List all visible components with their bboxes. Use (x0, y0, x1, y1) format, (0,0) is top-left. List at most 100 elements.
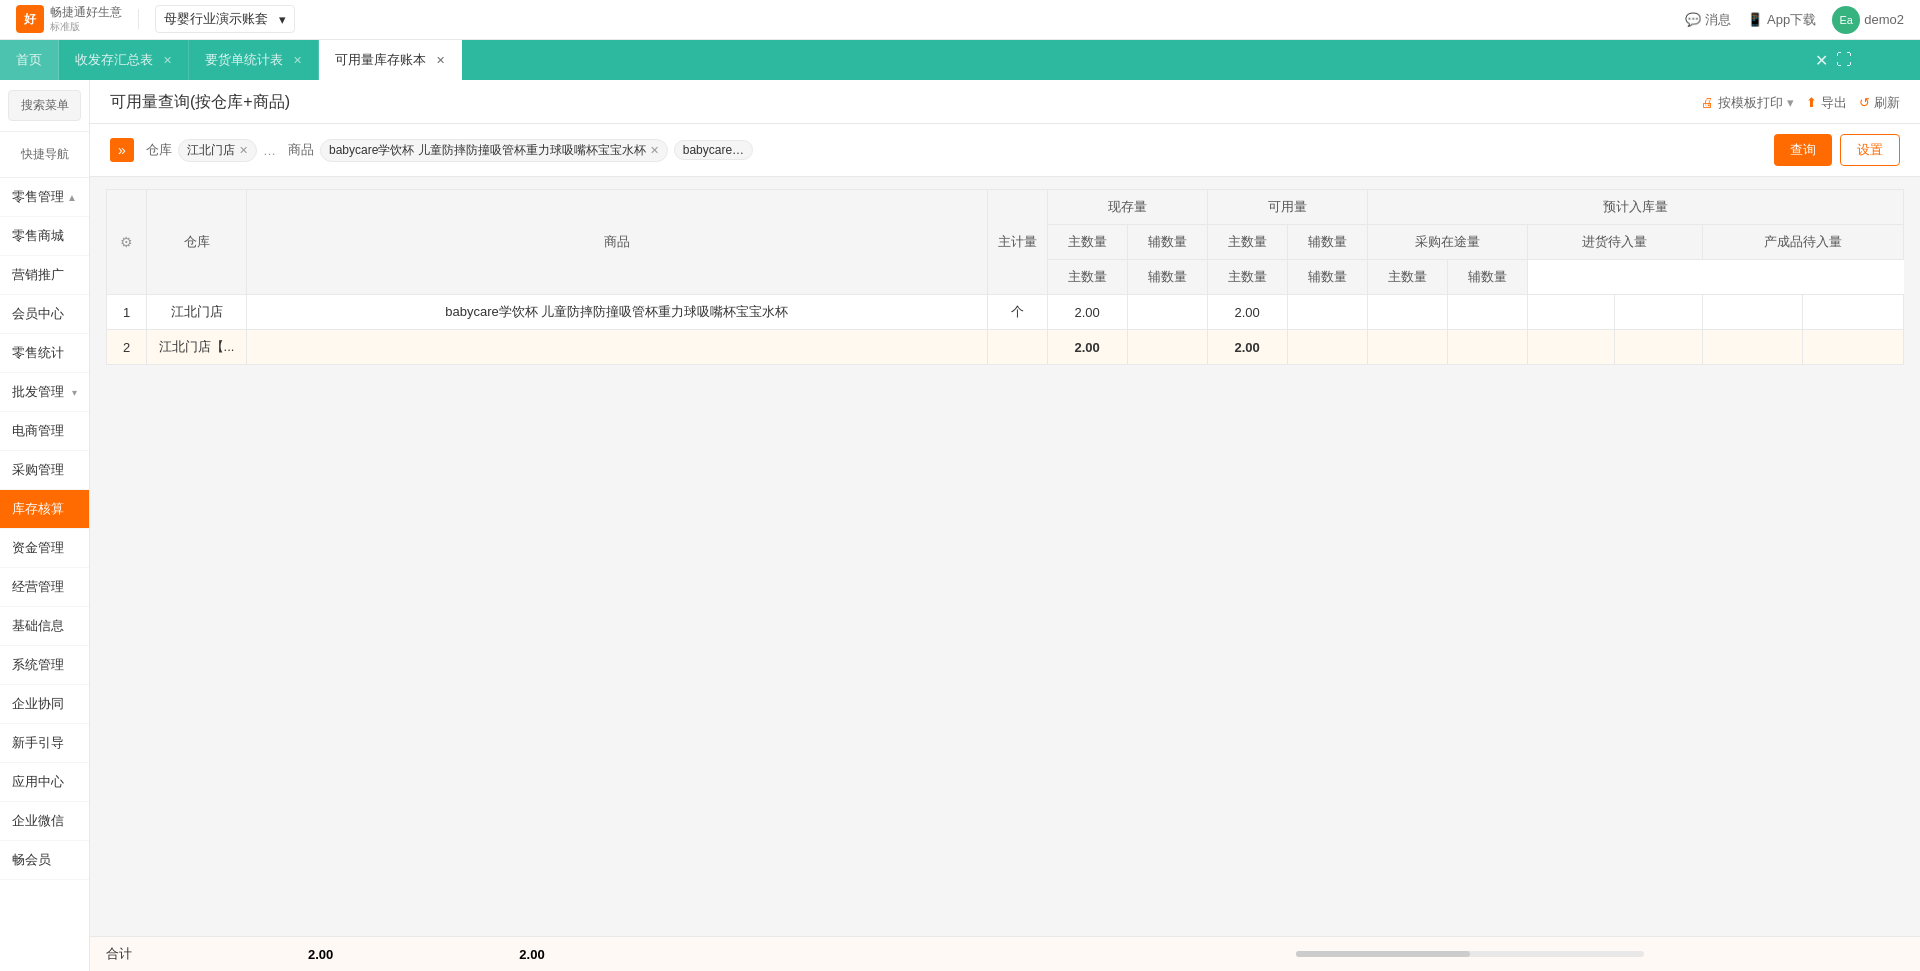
settings-button[interactable]: 设置 (1840, 134, 1900, 166)
tab-receipt-summary[interactable]: 收发存汇总表 ✕ (59, 40, 189, 80)
sidebar-item-label: 系统管理 (12, 656, 64, 674)
tab-home[interactable]: 首页 (0, 40, 59, 80)
col-purchase-main: 主数量 (1047, 260, 1127, 295)
more-icon[interactable]: … (263, 143, 276, 158)
cell-stock-main: 2.00 (1047, 295, 1127, 330)
content-area: 可用量查询(按仓库+商品) 🖨 按模板打印 ▾ ⬆ 导出 ↺ 刷新 (90, 80, 1920, 971)
chevron-icon: ▲ (67, 192, 77, 203)
sidebar-item-retail-mall[interactable]: 零售商城 (0, 217, 89, 256)
sidebar-menu: 零售管理 ▲ 零售商城 营销推广 会员中心 零售统计 批发管理 ▾ 电商管理 (0, 178, 89, 880)
cell-product-sub (1803, 330, 1904, 365)
cell-product-main (1702, 295, 1803, 330)
goods-tag: babycare学饮杯 儿童防摔防撞吸管杯重力球吸嘴杯宝宝水杯 ✕ (320, 139, 668, 162)
export-button[interactable]: ⬆ 导出 (1806, 94, 1847, 112)
col-header-incoming-pending: 进货待入量 (1527, 225, 1702, 260)
tab-available-stock[interactable]: 可用量库存账本 ✕ (319, 40, 462, 80)
sidebar-item-marketing[interactable]: 营销推广 (0, 256, 89, 295)
tab-close-icon[interactable]: ✕ (436, 54, 445, 67)
col-product-main: 主数量 (1367, 260, 1447, 295)
sidebar-item-vip[interactable]: 畅会员 (0, 841, 89, 880)
user-action[interactable]: Ea demo2 (1832, 6, 1904, 34)
message-icon: 💬 (1685, 12, 1701, 27)
cell-goods (247, 330, 988, 365)
top-bar-right: 💬 消息 📱 App下载 Ea demo2 (1685, 6, 1904, 34)
sidebar-item-label: 零售统计 (12, 344, 64, 362)
sidebar-item-label: 会员中心 (12, 305, 64, 323)
tab-fullscreen[interactable]: ⛶ (1836, 51, 1852, 69)
summary-label: 合计 (106, 945, 132, 963)
table-footer: 合计 2.00 2.00 (90, 936, 1920, 971)
cell-avail-main: 2.00 (1207, 295, 1287, 330)
sidebar-item-retail-stats[interactable]: 零售统计 (0, 334, 89, 373)
industry-selector[interactable]: 母婴行业演示账套 ▾ (155, 5, 295, 33)
cell-seq: 1 (107, 295, 147, 330)
sidebar-item-enterprise-wx[interactable]: 企业微信 (0, 802, 89, 841)
chevron-icon: ▾ (72, 387, 77, 398)
scrollbar-track[interactable] (1296, 951, 1643, 957)
cell-stock-sub (1127, 295, 1207, 330)
cell-incoming-main (1527, 330, 1614, 365)
filter-action-buttons: 查询 设置 (1774, 134, 1900, 166)
tab-close-icon[interactable]: ✕ (163, 54, 172, 67)
sidebar-item-basic-info[interactable]: 基础信息 (0, 607, 89, 646)
page-title: 可用量查询(按仓库+商品) (110, 92, 290, 113)
export-label: 导出 (1821, 94, 1847, 112)
sidebar-item-label: 电商管理 (12, 422, 64, 440)
sidebar-item-label: 应用中心 (12, 773, 64, 791)
sidebar-item-retail-mgmt[interactable]: 零售管理 ▲ (0, 178, 89, 217)
query-button[interactable]: 查询 (1774, 134, 1832, 166)
tab-bar: 首页 收发存汇总表 ✕ 要货单统计表 ✕ 可用量库存账本 ✕ ✕ ⛶ (0, 40, 1920, 80)
sidebar-item-operation[interactable]: 经营管理 (0, 568, 89, 607)
tab-close-icon[interactable]: ✕ (293, 54, 302, 67)
sidebar-item-label: 库存核算 (12, 500, 64, 518)
chevron-down-icon: ▾ (1787, 95, 1794, 110)
filter-expand-button[interactable]: » (110, 138, 134, 162)
summary-avail-main: 2.00 (489, 947, 574, 962)
sidebar-item-app-center[interactable]: 应用中心 (0, 763, 89, 802)
username: demo2 (1864, 12, 1904, 27)
cell-product-main (1702, 330, 1803, 365)
sidebar-item-ecommerce[interactable]: 电商管理 (0, 412, 89, 451)
quick-nav-item[interactable]: 快捷导航 (0, 138, 89, 171)
cell-purchase-sub (1447, 330, 1527, 365)
goods-tag-remove[interactable]: ✕ (650, 144, 659, 157)
sidebar-item-label: 企业微信 (12, 812, 64, 830)
tab-close-all[interactable]: ✕ (1815, 51, 1828, 70)
warehouse-filter: 仓库 江北门店 ✕ … (146, 139, 276, 162)
app-download-action[interactable]: 📱 App下载 (1747, 11, 1816, 29)
cell-seq: 2 (107, 330, 147, 365)
warehouse-tag-remove[interactable]: ✕ (239, 144, 248, 157)
sidebar-search-area: 搜索菜单 (0, 80, 89, 132)
app-download-label: App下载 (1767, 11, 1816, 29)
col-header-settings: ⚙ (107, 190, 147, 295)
sidebar-item-label: 企业协同 (12, 695, 64, 713)
logo-text: 畅捷通好生意 (50, 5, 122, 19)
col-avail-sub: 辅数量 (1287, 225, 1367, 260)
print-button[interactable]: 🖨 按模板打印 ▾ (1701, 94, 1794, 112)
message-action[interactable]: 💬 消息 (1685, 11, 1731, 29)
search-menu-button[interactable]: 搜索菜单 (8, 90, 81, 121)
sidebar-item-member[interactable]: 会员中心 (0, 295, 89, 334)
sidebar-item-system[interactable]: 系统管理 (0, 646, 89, 685)
sidebar-item-enterprise[interactable]: 企业协同 (0, 685, 89, 724)
logo-subtext: 标准版 (50, 20, 122, 34)
sidebar-item-purchase[interactable]: 采购管理 (0, 451, 89, 490)
gear-icon[interactable]: ⚙ (120, 234, 133, 250)
tab-available-label: 可用量库存账本 (335, 51, 426, 69)
col-purchase-sub: 辅数量 (1127, 260, 1207, 295)
sidebar-item-finance[interactable]: 资金管理 (0, 529, 89, 568)
sidebar-item-new-guide[interactable]: 新手引导 (0, 724, 89, 763)
cell-purchase-main (1367, 295, 1447, 330)
refresh-button[interactable]: ↺ 刷新 (1859, 94, 1900, 112)
phone-icon: 📱 (1747, 12, 1763, 27)
cell-purchase-sub (1447, 295, 1527, 330)
tab-order-stats[interactable]: 要货单统计表 ✕ (189, 40, 319, 80)
cell-incoming-sub (1615, 330, 1702, 365)
scrollbar-thumb[interactable] (1296, 951, 1470, 957)
sidebar-item-wholesale[interactable]: 批发管理 ▾ (0, 373, 89, 412)
top-bar-left: 好 畅捷通好生意 标准版 母婴行业演示账套 ▾ (16, 5, 295, 33)
sidebar-item-inventory[interactable]: 库存核算 (0, 490, 89, 529)
sidebar: 搜索菜单 快捷导航 零售管理 ▲ 零售商城 营销推广 会员中心 零售统计 批发管… (0, 80, 90, 971)
goods-filter: 商品 babycare学饮杯 儿童防摔防撞吸管杯重力球吸嘴杯宝宝水杯 ✕ bab… (288, 139, 753, 162)
sidebar-quick-nav: 快捷导航 (0, 132, 89, 178)
